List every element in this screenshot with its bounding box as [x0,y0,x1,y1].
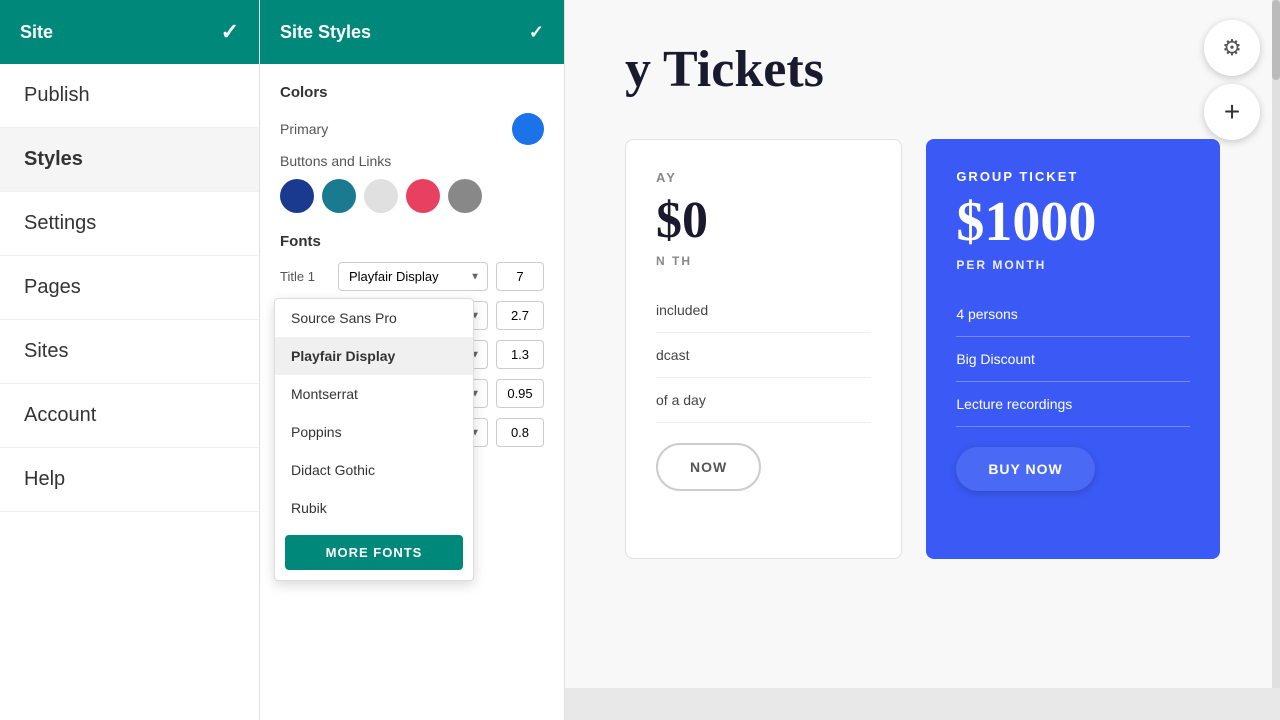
sidebar-nav: Publish Styles Settings Pages Sites Acco… [0,64,259,720]
font-dropdown: Source Sans Pro Playfair Display Montser… [274,298,474,581]
primary-label: Primary [280,121,512,137]
swatch-dark-blue[interactable] [280,179,314,213]
more-fonts-button[interactable]: MORE FONTS [285,535,463,570]
sidebar-header: Site ✓ [0,0,259,64]
primary-color-row: Primary [280,113,544,145]
regular-ticket-type: AY [656,170,871,185]
dropdown-item-source-sans-pro[interactable]: Source Sans Pro [275,299,473,337]
styles-panel: Site Styles ✓ Colors Primary Buttons and… [260,0,565,720]
colors-section-title: Colors [280,84,544,101]
add-button[interactable]: + [1204,84,1260,140]
gear-button[interactable]: ⚙ [1204,20,1260,76]
regular-feature-3: of a day [656,378,871,423]
regular-price-prefix: $ [656,192,682,249]
font-size-text1[interactable] [496,379,544,408]
primary-color-swatch[interactable] [512,113,544,145]
group-buy-button[interactable]: BUY NOW [956,447,1094,491]
font-size-title1[interactable] [496,262,544,291]
dropdown-item-rubik[interactable]: Rubik [275,489,473,527]
font-size-title3[interactable] [496,340,544,369]
sidebar: Site ✓ Publish Styles Settings Pages Sit… [0,0,260,720]
ticket-card-regular: AY $0 N TH included dcast of a day NOW [625,139,902,559]
group-feature-2: Big Discount [956,337,1190,382]
sidebar-item-publish[interactable]: Publish [0,64,259,128]
regular-ticket-price: $0 [656,191,871,250]
plus-icon: + [1224,96,1240,128]
swatch-gray[interactable] [448,179,482,213]
sidebar-item-sites[interactable]: Sites [0,320,259,384]
dropdown-item-poppins[interactable]: Poppins [275,413,473,451]
group-ticket-price: $1000 [956,190,1190,254]
tickets-row: AY $0 N TH included dcast of a day NOW G… [625,139,1220,559]
buttons-links-label: Buttons and Links [280,153,544,169]
styles-panel-header: Site Styles ✓ [260,0,564,64]
font-select-wrapper-title1: Playfair Display ▼ [338,262,488,291]
dropdown-item-playfair-display[interactable]: Playfair Display [275,337,473,375]
page-content: y Tickets AY $0 N TH included dcast of a… [565,0,1280,599]
font-size-text2[interactable] [496,418,544,447]
dropdown-item-montserrat[interactable]: Montserrat [275,375,473,413]
swatch-pink-red[interactable] [406,179,440,213]
regular-feature-1: included [656,288,871,333]
font-row-title1: Title 1 Playfair Display ▼ [280,262,544,291]
font-select-title1[interactable]: Playfair Display [338,262,488,291]
fonts-section-title: Fonts [280,233,544,250]
regular-ticket-period: N TH [656,254,871,268]
sidebar-item-help[interactable]: Help [0,448,259,512]
swatch-light-gray[interactable] [364,179,398,213]
regular-buy-button[interactable]: NOW [656,443,761,491]
sidebar-title: Site [20,22,53,43]
ticket-card-group: GROUP TICKET $1000 PER MONTH 4 persons B… [926,139,1220,559]
swatch-teal[interactable] [322,179,356,213]
gear-icon: ⚙ [1222,35,1242,61]
regular-feature-2: dcast [656,333,871,378]
sidebar-item-styles[interactable]: Styles [0,128,259,192]
sidebar-item-pages[interactable]: Pages [0,256,259,320]
scrollbar-thumb[interactable] [1272,0,1280,80]
styles-panel-check-icon[interactable]: ✓ [529,22,544,43]
main-content: y Tickets AY $0 N TH included dcast of a… [565,0,1280,720]
color-swatches [280,179,544,213]
scrollbar[interactable] [1272,0,1280,720]
styles-panel-title: Site Styles [280,22,371,43]
bottom-bar [565,688,1280,720]
sidebar-check-icon[interactable]: ✓ [221,19,239,45]
dropdown-item-didact-gothic[interactable]: Didact Gothic [275,451,473,489]
font-size-title2[interactable] [496,301,544,330]
sidebar-item-account[interactable]: Account [0,384,259,448]
group-feature-3: Lecture recordings [956,382,1190,427]
sidebar-item-settings[interactable]: Settings [0,192,259,256]
group-ticket-type: GROUP TICKET [956,169,1190,184]
regular-price-value: 0 [682,192,708,249]
group-ticket-period: PER MONTH [956,258,1190,272]
font-label-title1: Title 1 [280,269,330,284]
group-feature-1: 4 persons [956,292,1190,337]
page-title: y Tickets [625,40,1220,99]
